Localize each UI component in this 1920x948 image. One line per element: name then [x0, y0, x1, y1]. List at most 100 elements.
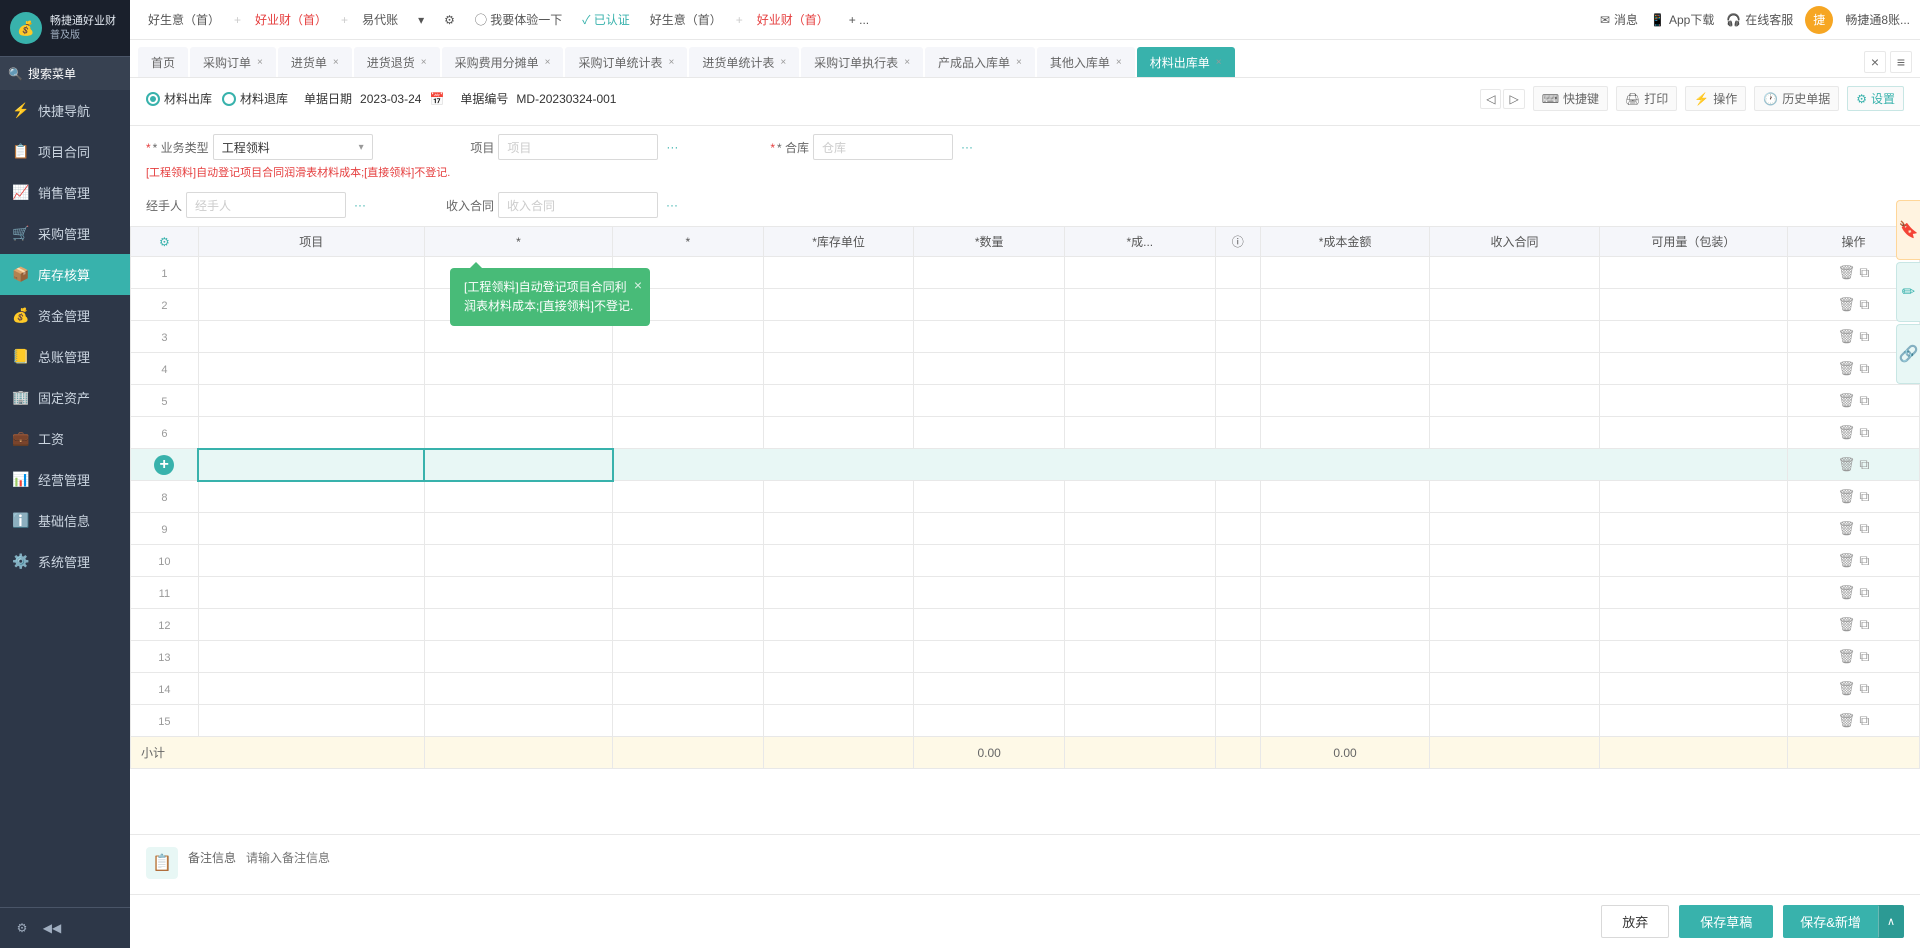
delete-icon[interactable]: 🗑: [1838, 520, 1856, 537]
radio-material-return[interactable]: 材料退库: [222, 90, 288, 107]
topbar-more[interactable]: + ...: [841, 9, 877, 31]
collapse-icon[interactable]: ◀◀: [42, 918, 62, 938]
delete-icon[interactable]: 🗑: [1838, 552, 1856, 569]
th-settings-icon[interactable]: ⚙: [159, 235, 170, 249]
sidebar-item-sysconfig[interactable]: ⚙️ 系统管理: [0, 541, 130, 582]
income-contract-input[interactable]: 收入合同: [498, 192, 658, 218]
sidebar-item-quicknav[interactable]: ⚡ 快捷导航: [0, 90, 130, 131]
sidebar-item-project[interactable]: 📋 项目合同: [0, 131, 130, 172]
topbar-good-finance[interactable]: 好业财（首）: [247, 7, 335, 32]
tab-purchase-expense[interactable]: 采购费用分摊单 ×: [442, 47, 564, 77]
delete-icon[interactable]: 🗑: [1838, 264, 1856, 281]
sidebar-item-ledger[interactable]: 📒 总账管理: [0, 336, 130, 377]
topbar-app-download[interactable]: 📱 App下载: [1650, 11, 1714, 28]
delete-icon[interactable]: 🗑: [1838, 296, 1856, 313]
nav-next-btn[interactable]: ▷: [1503, 89, 1524, 109]
single-date-value[interactable]: 2023-03-24: [356, 92, 425, 106]
save-new-main-btn[interactable]: 保存&新增: [1783, 905, 1878, 938]
tab-close-btn[interactable]: ×: [1864, 51, 1886, 73]
copy-icon[interactable]: ⧉: [1859, 488, 1869, 505]
copy-icon[interactable]: ⧉: [1859, 552, 1869, 569]
tab-purchase-order-close[interactable]: ×: [257, 57, 263, 68]
topbar-username[interactable]: 畅捷通8账...: [1845, 11, 1910, 28]
save-draft-button[interactable]: 保存草稿: [1679, 905, 1773, 938]
topbar-online-service[interactable]: 🎧 在线客服: [1726, 11, 1793, 28]
copy-icon[interactable]: ⧉: [1859, 712, 1869, 729]
copy-icon[interactable]: ⧉: [1859, 264, 1869, 281]
delete-icon[interactable]: 🗑: [1838, 488, 1856, 505]
settings-btn[interactable]: ⚙ 设置: [1847, 86, 1904, 111]
delete-icon[interactable]: 🗑: [1838, 456, 1856, 473]
copy-icon[interactable]: ⧉: [1859, 392, 1869, 409]
copy-icon[interactable]: ⧉: [1859, 456, 1869, 473]
operation-btn[interactable]: ⚡ 操作: [1685, 86, 1746, 111]
sidebar-item-baseinfo[interactable]: ℹ️ 基础信息: [0, 500, 130, 541]
tab-incoming-stats-close[interactable]: ×: [780, 57, 786, 68]
tab-list-btn[interactable]: ≡: [1890, 51, 1912, 73]
copy-icon[interactable]: ⧉: [1859, 520, 1869, 537]
single-no-value[interactable]: MD-20230324-001: [512, 92, 620, 106]
save-new-arrow-btn[interactable]: ∧: [1878, 905, 1904, 938]
user-avatar[interactable]: 捷: [1805, 6, 1833, 34]
handler-ellipsis[interactable]: ···: [350, 198, 370, 212]
topbar-trial[interactable]: ◯ 我要体验一下: [467, 7, 570, 32]
tab-incoming-stats[interactable]: 进货单统计表 ×: [689, 47, 799, 77]
delete-icon[interactable]: 🗑: [1838, 648, 1856, 665]
pen-btn[interactable]: ✏: [1896, 262, 1920, 322]
topbar-message[interactable]: ✉ 消息: [1600, 11, 1638, 28]
tab-purchase-stats-close[interactable]: ×: [668, 57, 674, 68]
tab-incoming-close[interactable]: ×: [333, 57, 339, 68]
data-table-container[interactable]: ⚙ 项目 * * *库存单位 *数量 *成... ⓘ *成本金额 收入合同 可用…: [130, 226, 1920, 834]
delete-icon[interactable]: 🗑: [1838, 392, 1856, 409]
sidebar-item-salary[interactable]: 💼 工资: [0, 418, 130, 459]
topbar-good-biz[interactable]: 好生意（首）: [140, 7, 228, 32]
copy-icon[interactable]: ⧉: [1859, 680, 1869, 697]
tab-other-inbound[interactable]: 其他入库单 ×: [1037, 47, 1135, 77]
tooltip-close-btn[interactable]: ×: [634, 274, 642, 296]
radio-material-outbound[interactable]: 材料出库: [146, 90, 212, 107]
bookmark-btn[interactable]: 🔖: [1896, 200, 1920, 260]
copy-icon[interactable]: ⧉: [1859, 616, 1869, 633]
note-input[interactable]: [246, 843, 1904, 883]
settings-icon[interactable]: ⚙: [12, 918, 32, 938]
history-btn[interactable]: 🕐 历史单据: [1754, 86, 1839, 111]
add-row-btn[interactable]: +: [154, 455, 174, 475]
link-btn[interactable]: 🔗: [1896, 324, 1920, 384]
sidebar-item-inventory[interactable]: 📦 库存核算: [0, 254, 130, 295]
tab-other-inbound-close[interactable]: ×: [1116, 57, 1122, 68]
tab-purchase-exec-close[interactable]: ×: [904, 57, 910, 68]
copy-icon[interactable]: ⧉: [1859, 424, 1869, 441]
tab-product-inbound-close[interactable]: ×: [1016, 57, 1022, 68]
topbar-dropdown-arrow[interactable]: ▾: [410, 9, 432, 31]
th-gear[interactable]: ⚙: [131, 227, 199, 257]
delete-icon[interactable]: 🗑: [1838, 328, 1856, 345]
sidebar-item-search[interactable]: 🔍 搜索菜单: [0, 57, 130, 90]
discard-button[interactable]: 放弃: [1601, 905, 1669, 938]
topbar-good-finance2[interactable]: 好业财（首）: [749, 7, 837, 32]
tab-purchase-exec[interactable]: 采购订单执行表 ×: [801, 47, 923, 77]
delete-icon[interactable]: 🗑: [1838, 680, 1856, 697]
tab-purchase-expense-close[interactable]: ×: [545, 57, 551, 68]
copy-icon[interactable]: ⧉: [1859, 584, 1869, 601]
topbar-good-biz2[interactable]: 好生意（首）: [642, 7, 730, 32]
tab-incoming-return[interactable]: 进货退货 ×: [354, 47, 440, 77]
tab-product-inbound[interactable]: 产成品入库单 ×: [925, 47, 1035, 77]
delete-icon[interactable]: 🗑: [1838, 584, 1856, 601]
shortcut-btn[interactable]: ⌨ 快捷键: [1533, 86, 1608, 111]
sidebar-item-purchase[interactable]: 🛒 采购管理: [0, 213, 130, 254]
tab-home[interactable]: 首页: [138, 47, 188, 77]
income-contract-ellipsis[interactable]: ···: [662, 198, 682, 212]
print-btn[interactable]: 🖨 打印: [1616, 86, 1677, 111]
warehouse-input[interactable]: 仓库: [813, 134, 953, 160]
tab-incoming-return-close[interactable]: ×: [421, 57, 427, 68]
delete-icon[interactable]: 🗑: [1838, 712, 1856, 729]
sidebar-item-assets[interactable]: 🏢 固定资产: [0, 377, 130, 418]
tab-incoming[interactable]: 进货单 ×: [278, 47, 352, 77]
copy-icon[interactable]: ⧉: [1859, 296, 1869, 313]
sidebar-item-sales[interactable]: 📈 销售管理: [0, 172, 130, 213]
calendar-icon[interactable]: 📅: [429, 92, 444, 106]
tab-purchase-order[interactable]: 采购订单 ×: [190, 47, 276, 77]
delete-icon[interactable]: 🗑: [1838, 360, 1856, 377]
copy-icon[interactable]: ⧉: [1859, 648, 1869, 665]
tab-purchase-stats[interactable]: 采购订单统计表 ×: [565, 47, 687, 77]
